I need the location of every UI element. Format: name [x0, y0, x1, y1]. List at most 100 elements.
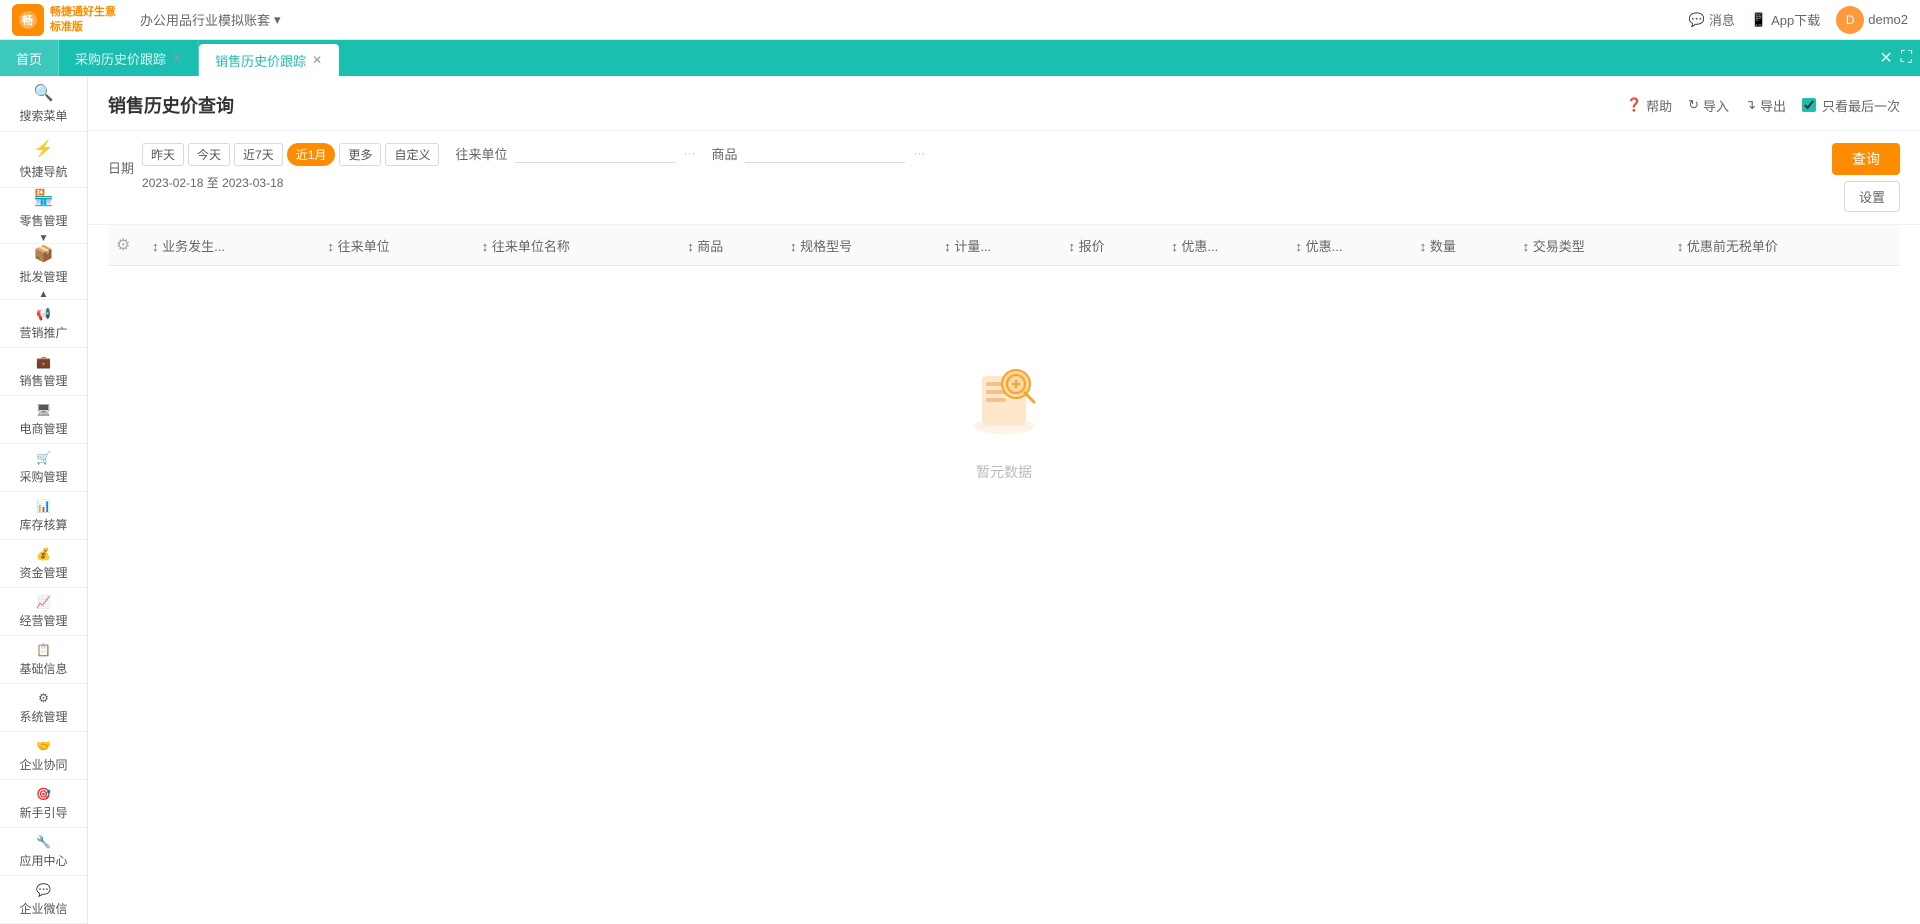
sidebar-label-biz: 经营管理	[19, 612, 67, 629]
tab-close-all-button[interactable]: ✕	[1879, 48, 1892, 68]
nav-app[interactable]: 📱 App下载	[1751, 10, 1820, 29]
column-settings-icon[interactable]: ⚙	[116, 237, 130, 254]
app-center-icon: 🔧	[36, 835, 51, 849]
help-action[interactable]: ❓ 帮助	[1626, 96, 1672, 115]
date-btn-yesterday[interactable]: 昨天	[142, 143, 184, 166]
tab-sales-history[interactable]: 销售历史价跟踪 ✕	[199, 44, 339, 76]
date-btn-custom[interactable]: 自定义	[385, 143, 439, 166]
sidebar-item-ent-wechat[interactable]: 💬 企业微信	[0, 876, 87, 924]
page-header: 销售历史价查询 ❓ 帮助 ↻ 导入 ↴ 导出	[88, 76, 1920, 131]
purchase-history-label: 采购历史价跟踪	[75, 49, 166, 68]
col-unit: ↕ 计量...	[936, 225, 1060, 266]
message-icon: 💬	[1689, 12, 1705, 28]
sidebar-item-wholesale[interactable]: 📦 批发管理 ▲	[0, 244, 87, 300]
svg-text:畅: 畅	[22, 13, 33, 27]
sidebar-item-sales[interactable]: 💼 销售管理	[0, 348, 87, 396]
sidebar-item-biz[interactable]: 📈 经营管理	[0, 588, 87, 636]
import-icon: ↻	[1688, 97, 1699, 113]
col-unit-label: ↕ 计量...	[944, 239, 991, 254]
sidebar-item-marketing[interactable]: 📢 营销推广	[0, 300, 87, 348]
col-biz-date-label: ↕ 业务发生...	[152, 239, 225, 254]
col-counterpart-label: ↕ 往来单位	[328, 239, 390, 254]
date-btn-1month[interactable]: 近1月	[287, 143, 336, 166]
empty-state: 暂元数据	[108, 266, 1900, 562]
sidebar-label-retail: 零售管理	[19, 212, 67, 229]
sidebar-item-enterprise[interactable]: 🤝 企业协同	[0, 732, 87, 780]
main-layout: 🔍 搜索菜单 ⚡ 快捷导航 🏪 零售管理 ▼ 📦 批发管理 ▲ 📢 营销推广 💼…	[0, 76, 1920, 924]
sidebar-item-retail[interactable]: 🏪 零售管理 ▼	[0, 188, 87, 244]
col-discount2: ↕ 优惠...	[1288, 225, 1412, 266]
logo-icon: 畅	[12, 4, 44, 36]
quick-nav-icon: ⚡	[34, 139, 54, 159]
wechat-icon: 💬	[36, 883, 51, 897]
date-btn-7days[interactable]: 近7天	[234, 143, 283, 166]
nav-message[interactable]: 💬 消息	[1689, 10, 1735, 29]
sys-icon: ⚙	[38, 691, 49, 705]
sidebar-item-newbie[interactable]: 🎯 新手引导	[0, 780, 87, 828]
sidebar-item-finance[interactable]: 💰 资金管理	[0, 540, 87, 588]
sidebar-item-quick-nav[interactable]: ⚡ 快捷导航	[0, 132, 87, 188]
sidebar-item-search-menu[interactable]: 🔍 搜索菜单	[0, 76, 87, 132]
import-action[interactable]: ↻ 导入	[1688, 96, 1729, 115]
sidebar-item-sys[interactable]: ⚙ 系统管理	[0, 684, 87, 732]
filter-bar: 日期 昨天 今天 近7天 近1月 更多 自定义 2023-02-18 至 202…	[88, 131, 1920, 225]
close-sales-history-icon[interactable]: ✕	[312, 53, 322, 67]
retail-expand-icon: ▼	[39, 233, 49, 244]
sidebar-label-app-center: 应用中心	[19, 852, 67, 869]
col-discount1-label: ↕ 优惠...	[1171, 239, 1218, 254]
top-bar: 畅 畅捷通好生意 标准版 办公用品行业模拟账套 ▾ 💬 消息 📱 App下载 D…	[0, 0, 1920, 40]
date-btn-more[interactable]: 更多	[339, 143, 381, 166]
col-biz-date: ↕ 业务发生...	[144, 225, 320, 266]
close-purchase-history-icon[interactable]: ✕	[172, 51, 182, 65]
goods-filter-group: 商品 ···	[711, 143, 925, 163]
sidebar-label-wholesale: 批发管理	[19, 268, 67, 285]
sidebar-item-purchase[interactable]: 🛒 采购管理	[0, 444, 87, 492]
counterpart-more-icon[interactable]: ···	[683, 146, 695, 160]
page-title: 销售历史价查询	[108, 92, 234, 118]
sidebar-item-ecom[interactable]: 🖥 电商管理	[0, 396, 87, 444]
settings-button[interactable]: 设置	[1844, 181, 1900, 212]
sidebar-item-base-info[interactable]: 📋 基础信息	[0, 636, 87, 684]
search-icon: 🔍	[34, 83, 54, 103]
sidebar-item-inventory[interactable]: 📊 库存核算	[0, 492, 87, 540]
sidebar-label-ecom: 电商管理	[19, 420, 67, 437]
sidebar-label-quick-nav: 快捷导航	[19, 163, 67, 180]
sidebar-label-ent-wechat: 企业微信	[19, 900, 67, 917]
col-spec: ↕ 规格型号	[782, 225, 936, 266]
counterpart-input[interactable]	[515, 143, 675, 163]
data-table: ⚙ ↕ 业务发生... ↕ 往来单位 ↕ 往来单位名称	[108, 225, 1900, 266]
last-only-checkbox[interactable]	[1802, 98, 1816, 112]
table-header-row: ⚙ ↕ 业务发生... ↕ 往来单位 ↕ 往来单位名称	[108, 225, 1900, 266]
goods-input[interactable]	[745, 143, 905, 163]
col-qty: ↕ 数量	[1412, 225, 1515, 266]
sidebar: 🔍 搜索菜单 ⚡ 快捷导航 🏪 零售管理 ▼ 📦 批发管理 ▲ 📢 营销推广 💼…	[0, 76, 88, 924]
nav-user[interactable]: D demo2	[1836, 6, 1908, 34]
col-counterpart-name: ↕ 往来单位名称	[474, 225, 679, 266]
query-button[interactable]: 查询	[1832, 143, 1900, 175]
col-counterpart-name-label: ↕ 往来单位名称	[482, 239, 570, 254]
tab-bar: 首页 采购历史价跟踪 ✕ 销售历史价跟踪 ✕ ✕ ⛶	[0, 40, 1920, 76]
sidebar-label-purchase: 采购管理	[19, 468, 67, 485]
table-wrap: ⚙ ↕ 业务发生... ↕ 往来单位 ↕ 往来单位名称	[88, 225, 1920, 562]
date-filter-group: 日期 昨天 今天 近7天 近1月 更多 自定义 2023-02-18 至 202…	[108, 143, 439, 191]
date-btn-today[interactable]: 今天	[188, 143, 230, 166]
tab-home[interactable]: 首页	[0, 40, 59, 76]
tab-purchase-history[interactable]: 采购历史价跟踪 ✕	[59, 40, 199, 76]
col-counterpart: ↕ 往来单位	[320, 225, 474, 266]
sidebar-label-inventory: 库存核算	[19, 516, 67, 533]
logo-area: 畅 畅捷通好生意 标准版	[12, 4, 116, 36]
sidebar-item-app-center[interactable]: 🔧 应用中心	[0, 828, 87, 876]
col-quote: ↕ 报价	[1060, 225, 1163, 266]
marketing-icon: 📢	[36, 307, 51, 321]
content-area: 销售历史价查询 ❓ 帮助 ↻ 导入 ↴ 导出	[88, 76, 1920, 924]
export-action[interactable]: ↴ 导出	[1745, 96, 1786, 115]
col-goods-label: ↕ 商品	[687, 239, 723, 254]
last-only-wrap[interactable]: 只看最后一次	[1802, 96, 1900, 115]
industry-selector[interactable]: 办公用品行业模拟账套 ▾	[140, 10, 281, 29]
tab-expand-button[interactable]: ⛶	[1901, 49, 1912, 67]
goods-more-icon[interactable]: ···	[913, 146, 925, 160]
col-quote-label: ↕ 报价	[1068, 239, 1104, 254]
ecom-icon: 🖥	[36, 403, 51, 417]
phone-icon: 📱	[1751, 12, 1767, 28]
counterpart-filter-group: 往来单位 ···	[455, 143, 695, 163]
